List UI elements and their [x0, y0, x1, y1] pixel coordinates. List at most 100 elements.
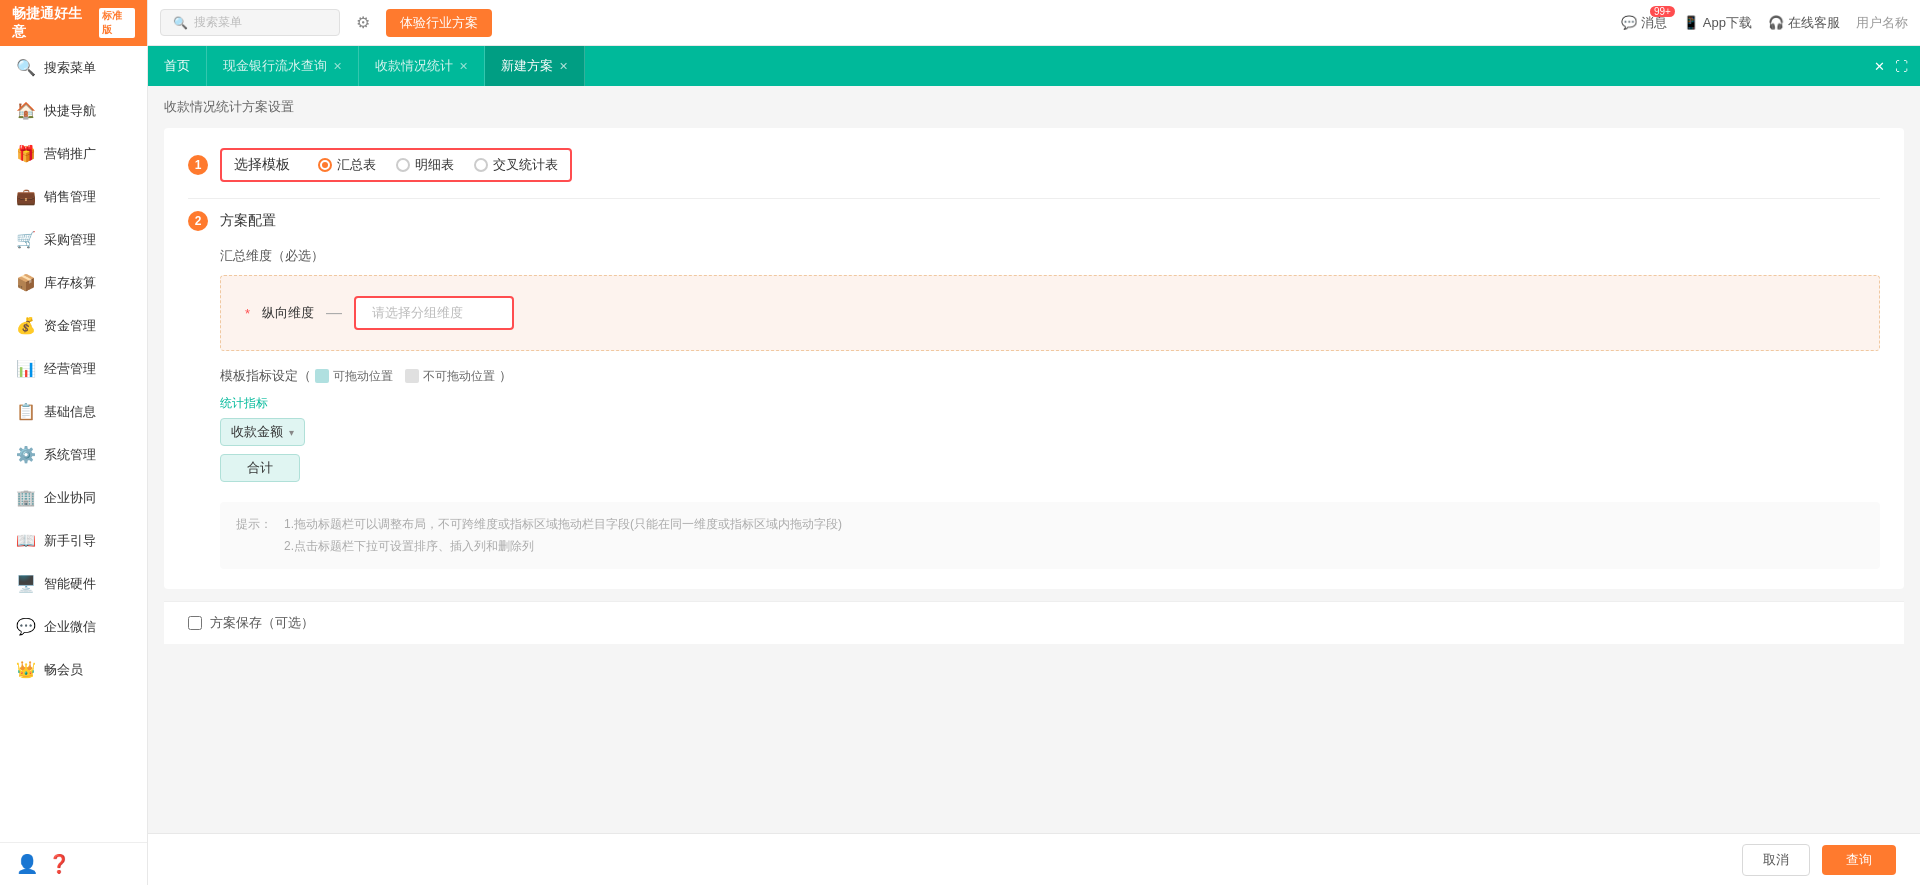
sidebar-item-label: 搜索菜单 — [44, 59, 96, 77]
save-checkbox[interactable] — [188, 616, 202, 630]
dimension-row: * 纵向维度 — 请选择分组维度 — [245, 296, 1855, 330]
sidebar-item-marketing[interactable]: 🎁 营销推广 — [0, 132, 147, 175]
step1-row: 1 选择模板 汇总表 明细表 交叉统 — [188, 148, 1880, 182]
nodrag-legend-color — [405, 369, 419, 383]
radio-summary-label: 汇总表 — [337, 156, 376, 174]
save-label: 方案保存（可选） — [210, 614, 314, 632]
settings-icon[interactable]: ⚙ — [356, 13, 370, 32]
dim-label: 纵向维度 — [262, 304, 314, 322]
quicknav-icon: 🏠 — [16, 101, 36, 120]
tab-home[interactable]: 首页 — [148, 46, 207, 86]
sidebar-item-purchase[interactable]: 🛒 采购管理 — [0, 218, 147, 261]
metrics-header-row: 模板指标设定（ 可拖动位置 不可拖动位置 ） — [220, 367, 1880, 385]
search-icon: 🔍 — [173, 16, 188, 30]
finance-icon: 💰 — [16, 316, 36, 335]
step2-body: 汇总维度（必选） * 纵向维度 — 请选择分组维度 模板指标设定（ 可 — [188, 247, 1880, 569]
window-close-icon[interactable]: ✕ — [1874, 59, 1885, 74]
tab-cashflow-close[interactable]: ✕ — [333, 60, 342, 73]
operations-icon: 📊 — [16, 359, 36, 378]
cancel-button[interactable]: 取消 — [1742, 844, 1810, 876]
topbar: 🔍 搜索菜单 ⚙ 体验行业方案 💬 消息 99+ 📱 App下载 🎧 在线客服 … — [148, 0, 1920, 46]
metric-tag-amount[interactable]: 收款金额 ▾ — [220, 418, 305, 446]
step2-label: 方案配置 — [220, 212, 276, 230]
support-button[interactable]: 🎧 在线客服 — [1768, 14, 1840, 32]
step1-label: 选择模板 — [234, 156, 290, 174]
sidebar-item-basic[interactable]: 📋 基础信息 — [0, 390, 147, 433]
metrics-row: 收款金额 ▾ — [220, 418, 1880, 446]
template-selection-box: 选择模板 汇总表 明细表 交叉统计表 — [220, 148, 572, 182]
sidebar-help-icon: ❓ — [48, 853, 70, 875]
sidebar-item-corp[interactable]: 🏢 企业协同 — [0, 476, 147, 519]
sidebar: 畅捷通好生意 标准版 🔍 搜索菜单 🏠 快捷导航 🎁 营销推广 💼 销售管理 🛒… — [0, 0, 148, 885]
metric-total-row: 合计 — [220, 454, 1880, 482]
sidebar-item-label: 库存核算 — [44, 274, 96, 292]
trial-button[interactable]: 体验行业方案 — [386, 9, 492, 37]
user-name[interactable]: 用户名称 — [1856, 14, 1908, 32]
sidebar-item-label: 基础信息 — [44, 403, 96, 421]
metrics-title-prefix: 模板指标设定（ — [220, 367, 311, 385]
basic-icon: 📋 — [16, 402, 36, 421]
sidebar-item-label: 企业微信 — [44, 618, 96, 636]
purchase-icon: 🛒 — [16, 230, 36, 249]
sidebar-item-member[interactable]: 👑 畅会员 — [0, 648, 147, 691]
sidebar-item-quicknav[interactable]: 🏠 快捷导航 — [0, 89, 147, 132]
download-icon: 📱 — [1683, 15, 1699, 30]
metric-total: 合计 — [220, 454, 300, 482]
chevron-down-icon: ▾ — [289, 427, 294, 438]
sidebar-item-wechat[interactable]: 💬 企业微信 — [0, 605, 147, 648]
search-placeholder: 搜索菜单 — [194, 14, 242, 31]
radio-cross[interactable]: 交叉统计表 — [474, 156, 558, 174]
sidebar-item-label: 畅会员 — [44, 661, 83, 679]
message-button[interactable]: 💬 消息 99+ — [1621, 14, 1667, 32]
radio-circle-cross — [474, 158, 488, 172]
support-label: 在线客服 — [1788, 14, 1840, 32]
tabbar-actions: ✕ ⛶ — [1874, 59, 1920, 74]
drag-legend-label: 可拖动位置 — [333, 368, 393, 385]
tab-receipts[interactable]: 收款情况统计 ✕ — [359, 46, 485, 86]
sidebar-item-operations[interactable]: 📊 经营管理 — [0, 347, 147, 390]
radio-summary[interactable]: 汇总表 — [318, 156, 376, 174]
radio-cross-label: 交叉统计表 — [493, 156, 558, 174]
sales-icon: 💼 — [16, 187, 36, 206]
query-button[interactable]: 查询 — [1822, 845, 1896, 875]
dimension-section-title: 汇总维度（必选） — [220, 247, 1880, 265]
sidebar-item-label: 系统管理 — [44, 446, 96, 464]
nodrag-legend-label: 不可拖动位置 — [423, 368, 495, 385]
sidebar-item-search[interactable]: 🔍 搜索菜单 — [0, 46, 147, 89]
sidebar-item-inventory[interactable]: 📦 库存核算 — [0, 261, 147, 304]
sidebar-user-icon: 👤 — [16, 853, 38, 875]
step2-row: 2 方案配置 — [188, 211, 1880, 231]
step2-section: 2 方案配置 汇总维度（必选） * 纵向维度 — 请选择分组维度 — [188, 211, 1880, 569]
sidebar-item-hardware[interactable]: 🖥️ 智能硬件 — [0, 562, 147, 605]
radio-detail[interactable]: 明细表 — [396, 156, 454, 174]
sidebar-item-sales[interactable]: 💼 销售管理 — [0, 175, 147, 218]
download-label: App下载 — [1703, 14, 1752, 32]
radio-detail-label: 明细表 — [415, 156, 454, 174]
system-icon: ⚙️ — [16, 445, 36, 464]
sidebar-item-finance[interactable]: 💰 资金管理 — [0, 304, 147, 347]
dimension-selector[interactable]: 请选择分组维度 — [354, 296, 514, 330]
breadcrumb: 收款情况统计方案设置 — [164, 98, 1904, 116]
dimension-area: * 纵向维度 — 请选择分组维度 — [220, 275, 1880, 351]
tab-newplan[interactable]: 新建方案 ✕ — [485, 46, 585, 86]
hardware-icon: 🖥️ — [16, 574, 36, 593]
sidebar-item-label: 销售管理 — [44, 188, 96, 206]
search-box[interactable]: 🔍 搜索菜单 — [160, 9, 340, 36]
step-divider — [188, 198, 1880, 199]
sidebar-item-system[interactable]: ⚙️ 系统管理 — [0, 433, 147, 476]
sidebar-item-label: 经营管理 — [44, 360, 96, 378]
guide-icon: 📖 — [16, 531, 36, 550]
main-card: 1 选择模板 汇总表 明细表 交叉统 — [164, 128, 1904, 589]
hint-text-2: 2.点击标题栏下拉可设置排序、插入列和删除列 — [236, 536, 1864, 558]
radio-circle-detail — [396, 158, 410, 172]
tab-newplan-close[interactable]: ✕ — [559, 60, 568, 73]
sidebar-item-guide[interactable]: 📖 新手引导 — [0, 519, 147, 562]
tab-cashflow[interactable]: 现金银行流水查询 ✕ — [207, 46, 359, 86]
tab-cashflow-label: 现金银行流水查询 — [223, 57, 327, 75]
support-icon: 🎧 — [1768, 15, 1784, 30]
tab-receipts-close[interactable]: ✕ — [459, 60, 468, 73]
message-badge: 99+ — [1650, 6, 1675, 17]
download-button[interactable]: 📱 App下载 — [1683, 14, 1752, 32]
window-expand-icon[interactable]: ⛶ — [1895, 59, 1908, 74]
radio-circle-summary — [318, 158, 332, 172]
